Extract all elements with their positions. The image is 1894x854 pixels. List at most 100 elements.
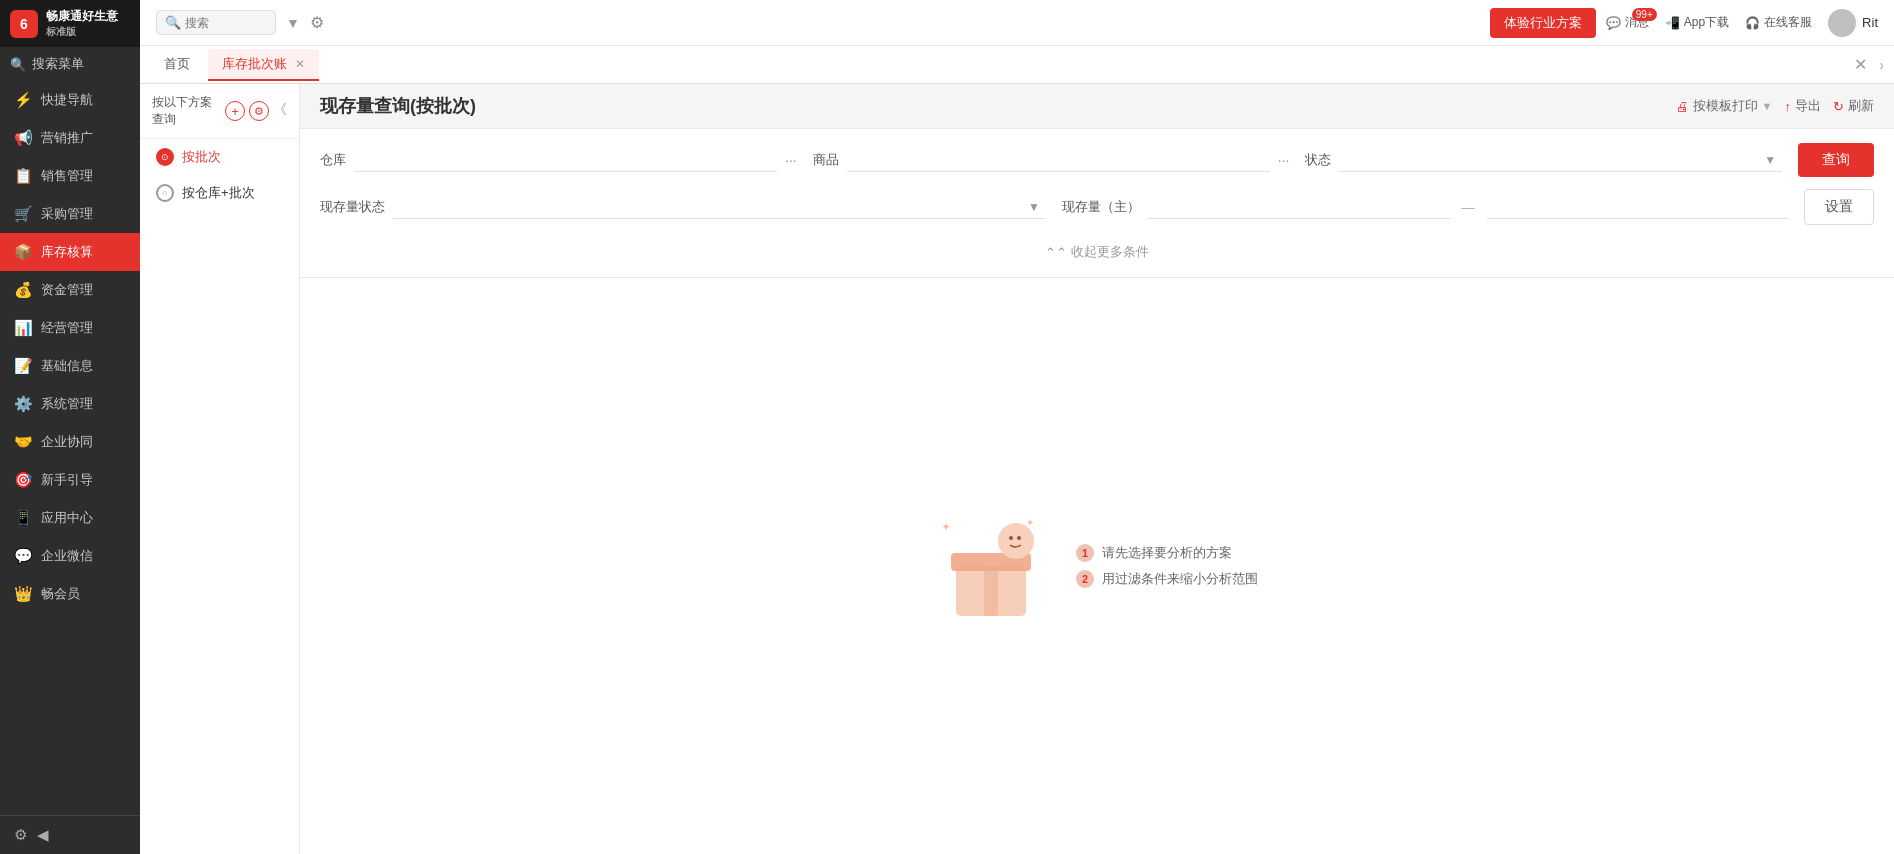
guide-icon: 🎯 — [14, 471, 33, 489]
collapse-more-label: 收起更多条件 — [1071, 243, 1149, 261]
purchase-icon: 🛒 — [14, 205, 33, 223]
query-button[interactable]: 查询 — [1798, 143, 1874, 177]
scheme-item-by-batch[interactable]: ⊙ 按批次 — [140, 139, 299, 175]
tab-close-icon[interactable]: ✕ — [295, 57, 305, 71]
page-header: 现存量查询(按批次) 🖨 按模板打印 ▼ ↑ 导出 ↻ 刷新 — [300, 84, 1894, 129]
sidebar-item-finance[interactable]: 💰 资金管理 — [0, 271, 140, 309]
user-avatar — [1828, 9, 1856, 37]
topbar-search-box[interactable]: 🔍 — [156, 10, 276, 35]
warehouse-input[interactable] — [354, 148, 777, 172]
sidebar-item-label: 基础信息 — [41, 357, 93, 375]
online-support-btn[interactable]: 🎧 在线客服 — [1745, 14, 1812, 31]
search-icon: 🔍 — [10, 57, 26, 72]
add-scheme-btn[interactable]: + — [225, 101, 245, 121]
messages-btn[interactable]: 💬 消息 99+ — [1606, 14, 1649, 31]
printer-icon: 🖨 — [1676, 99, 1689, 114]
app-logo: 6 — [10, 10, 38, 38]
print-template-label: 按模板打印 — [1693, 97, 1758, 115]
main-area: 🔍 ▼ ⚙ 体验行业方案 💬 消息 99+ 📲 App下载 🎧 在线客服 Rit — [140, 0, 1894, 854]
filter-row-1: 仓库 ··· 商品 ··· 状态 ▼ — [320, 143, 1874, 177]
scheme-settings-btn[interactable]: ⚙ — [249, 101, 269, 121]
industry-solution-button[interactable]: 体验行业方案 — [1490, 8, 1596, 38]
sidebar-item-guide[interactable]: 🎯 新手引导 — [0, 461, 140, 499]
sidebar-nav: ⚡ 快捷导航 📢 营销推广 📋 销售管理 🛒 采购管理 📦 库存核算 💰 资金管… — [0, 81, 140, 815]
tab-home[interactable]: 首页 — [150, 49, 204, 81]
sidebar-search-label: 搜索菜单 — [32, 55, 84, 73]
footer-settings-icon[interactable]: ⚙ — [14, 826, 27, 844]
scheme-item-by-warehouse-batch[interactable]: ○ 按仓库+批次 — [140, 175, 299, 211]
sidebar-item-label: 新手引导 — [41, 471, 93, 489]
content-area: 按以下方案查询 + ⚙ 《 ⊙ 按批次 ○ 按仓库+批次 现存量查询(按批次) — [140, 84, 1894, 854]
inv-qty-end-input[interactable] — [1487, 195, 1789, 219]
scheme-by-batch-label: 按批次 — [182, 148, 221, 166]
collapse-up-icon: ⌃⌃ — [1045, 245, 1067, 260]
filter-field-inv-qty: 现存量（主） — — [1062, 195, 1788, 219]
panel-collapse-btn[interactable]: 《 — [273, 101, 287, 121]
svg-text:✦: ✦ — [1026, 517, 1034, 528]
left-panel-header: 按以下方案查询 + ⚙ 《 — [140, 84, 299, 139]
tab-inventory-batch[interactable]: 库存批次账 ✕ — [208, 49, 319, 81]
filter-area: 仓库 ··· 商品 ··· 状态 ▼ — [300, 129, 1894, 278]
inv-qty-start-input[interactable] — [1148, 195, 1450, 219]
sidebar-item-label: 销售管理 — [41, 167, 93, 185]
topbar-gear-icon[interactable]: ⚙ — [310, 13, 324, 32]
app-title-block: 畅康通好生意 标准版 — [46, 8, 118, 39]
settings-button[interactable]: 设置 — [1804, 189, 1874, 225]
topbar-dropdown-icon[interactable]: ▼ — [286, 15, 300, 31]
export-btn[interactable]: ↑ 导出 — [1785, 97, 1822, 115]
page-header-actions: 🖨 按模板打印 ▼ ↑ 导出 ↻ 刷新 — [1676, 97, 1874, 115]
topbar-search-input[interactable] — [185, 16, 265, 30]
sidebar-item-app-center[interactable]: 📱 应用中心 — [0, 499, 140, 537]
sidebar-item-quick-nav[interactable]: ⚡ 快捷导航 — [0, 81, 140, 119]
sidebar-item-purchase[interactable]: 🛒 采购管理 — [0, 195, 140, 233]
footer-collapse-icon[interactable]: ◀ — [37, 826, 49, 844]
sidebar-item-inventory[interactable]: 📦 库存核算 — [0, 233, 140, 271]
empty-tip-1-text: 请先选择要分析的方案 — [1102, 544, 1232, 562]
empty-illustration: ✦ ✦ — [936, 511, 1046, 621]
inv-qty-label: 现存量（主） — [1062, 198, 1140, 216]
empty-tip-1: 1 请先选择要分析的方案 — [1076, 544, 1258, 562]
sidebar-item-cooperation[interactable]: 🤝 企业协同 — [0, 423, 140, 461]
topbar-search-icon: 🔍 — [165, 15, 181, 30]
scheme-warehouse-batch-icon: ○ — [156, 184, 174, 202]
app-download-label: App下载 — [1684, 14, 1729, 31]
goods-input[interactable] — [847, 148, 1270, 172]
refresh-btn[interactable]: ↻ 刷新 — [1833, 97, 1874, 115]
sidebar-item-label: 快捷导航 — [41, 91, 93, 109]
filter-row-2: 现存量状态 ▼ 现存量（主） — 设置 — [320, 189, 1874, 225]
tabbar-close-all-btn[interactable]: ✕ — [1848, 55, 1873, 74]
tab-inventory-batch-label: 库存批次账 — [222, 55, 287, 73]
messages-icon: 💬 — [1606, 16, 1621, 30]
svg-point-3 — [998, 523, 1034, 559]
warehouse-more-icon[interactable]: ··· — [785, 152, 797, 168]
sidebar-item-label: 应用中心 — [41, 509, 93, 527]
print-chevron-icon[interactable]: ▼ — [1762, 100, 1773, 112]
sidebar-item-system[interactable]: ⚙️ 系统管理 — [0, 385, 140, 423]
svg-point-4 — [1009, 536, 1013, 540]
sidebar-item-member[interactable]: 👑 畅会员 — [0, 575, 140, 613]
app-title: 畅康通好生意 — [46, 8, 118, 25]
system-icon: ⚙️ — [14, 395, 33, 413]
goods-more-icon[interactable]: ··· — [1278, 152, 1290, 168]
inventory-icon: 📦 — [14, 243, 33, 261]
status-select[interactable]: ▼ — [1339, 149, 1782, 172]
inv-status-select[interactable]: ▼ — [393, 196, 1046, 219]
empty-svg: ✦ ✦ — [936, 511, 1046, 621]
tabbar-chevron-right[interactable]: › — [1879, 57, 1884, 73]
user-avatar-btn[interactable]: Rit — [1828, 9, 1878, 37]
sidebar-item-basic[interactable]: 📝 基础信息 — [0, 347, 140, 385]
sidebar-item-marketing[interactable]: 📢 营销推广 — [0, 119, 140, 157]
basic-icon: 📝 — [14, 357, 33, 375]
print-template-btn[interactable]: 🖨 按模板打印 ▼ — [1676, 97, 1773, 115]
sidebar-item-wechat[interactable]: 💬 企业微信 — [0, 537, 140, 575]
goods-label: 商品 — [813, 151, 839, 169]
sidebar-item-operation[interactable]: 📊 经营管理 — [0, 309, 140, 347]
sidebar-item-label: 资金管理 — [41, 281, 93, 299]
inv-qty-dash: — — [1462, 200, 1475, 215]
inv-status-label: 现存量状态 — [320, 198, 385, 216]
collapse-more-btn[interactable]: ⌃⌃ 收起更多条件 — [320, 237, 1874, 263]
member-icon: 👑 — [14, 585, 33, 603]
app-download-btn[interactable]: 📲 App下载 — [1665, 14, 1729, 31]
sidebar-search[interactable]: 🔍 搜索菜单 — [0, 47, 140, 81]
sidebar-item-sales[interactable]: 📋 销售管理 — [0, 157, 140, 195]
